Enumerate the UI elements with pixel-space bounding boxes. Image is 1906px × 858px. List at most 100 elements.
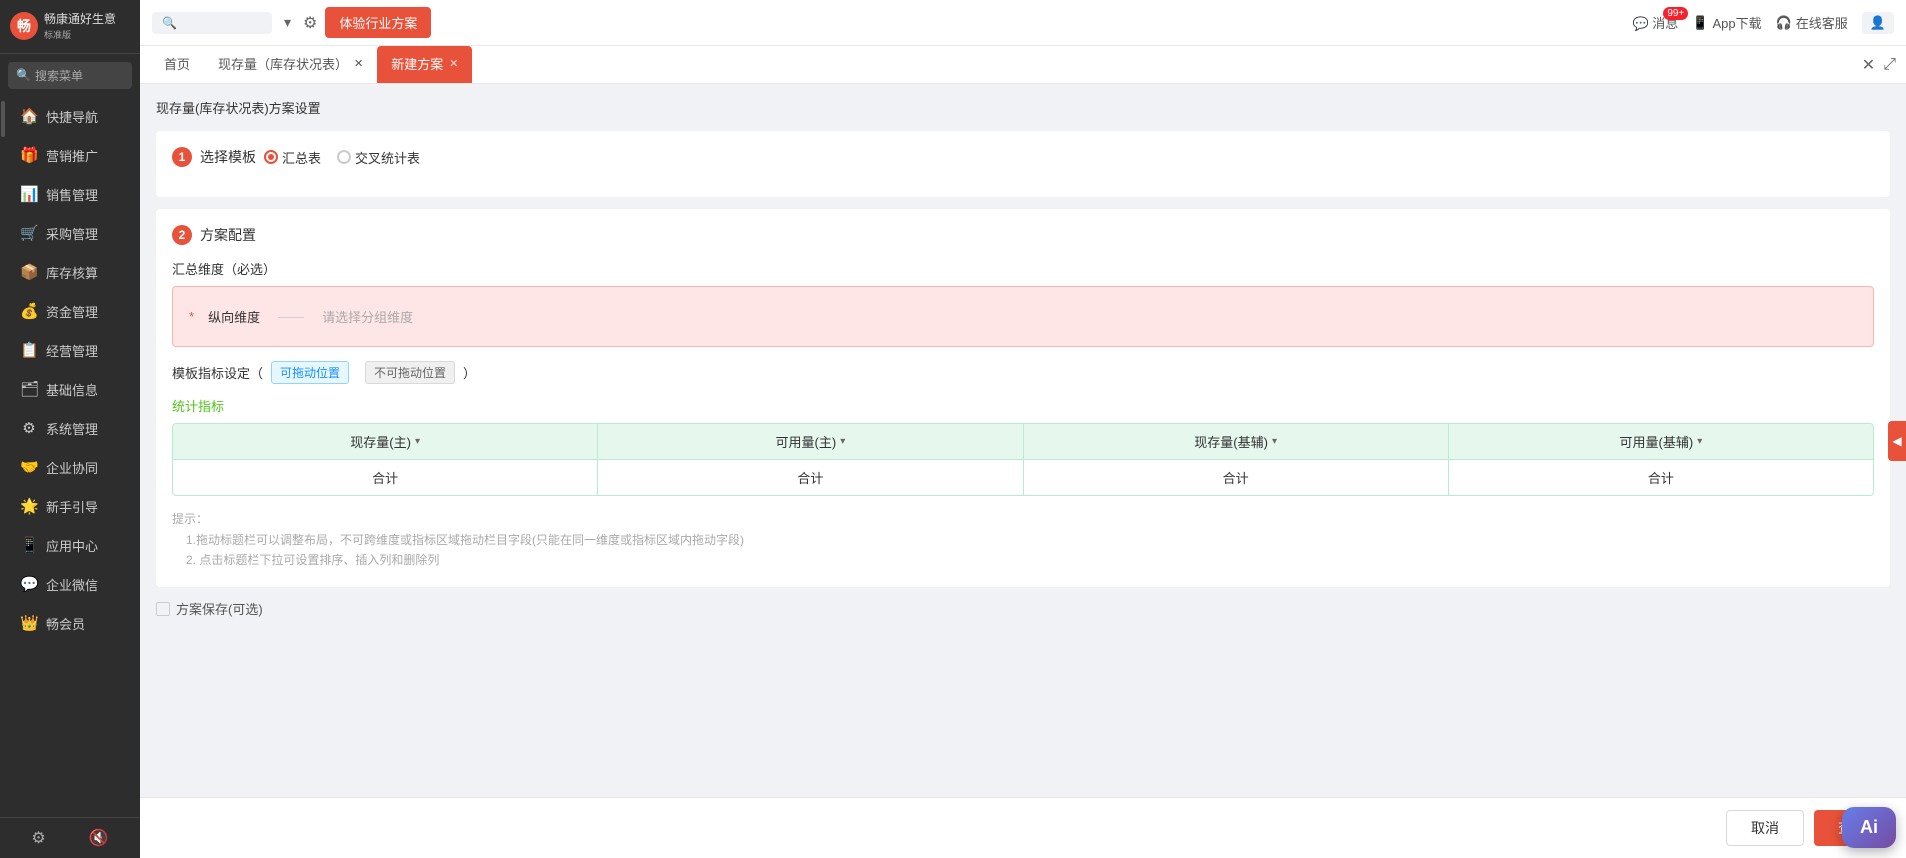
radio-summary[interactable]: 汇总表 (264, 148, 321, 167)
close-window-icon[interactable]: ✕ (1862, 55, 1875, 75)
expand-window-icon[interactable]: ⤢ (1883, 56, 1896, 74)
sidebar-item-basic[interactable]: 🗂 基础信息 (6, 370, 140, 409)
step1-badge: 1 (172, 147, 192, 167)
sidebar-item-purchase[interactable]: 🛒 采购管理 (6, 214, 140, 253)
messages-badge: 99+ (1663, 7, 1688, 20)
tab-home[interactable]: 首页 (150, 46, 204, 83)
sidebar-item-label: 系统管理 (46, 419, 98, 438)
sidebar-item-label: 销售管理 (46, 185, 98, 204)
sidebar-search[interactable]: 🔍 搜索菜单 (8, 62, 132, 89)
sidebar-item-shortcut[interactable]: 🏠 快捷导航 (6, 97, 140, 136)
tab-new-scheme-close[interactable]: ✕ (449, 57, 458, 70)
save-option-label: 方案保存(可选) (176, 599, 263, 618)
save-checkbox[interactable] (156, 602, 170, 616)
draggable-tag: 可拖动位置 (271, 361, 349, 384)
page-footer: 取消 查询 (140, 797, 1906, 858)
sidebar-item-cooperation[interactable]: 🤝 企业协同 (6, 448, 140, 487)
user-menu[interactable]: 👤 (1862, 12, 1894, 34)
topbar-dropdown-icon[interactable]: ▾ (284, 14, 291, 31)
stats-header-cell-0[interactable]: 现存量(主) ▾ (173, 424, 598, 459)
dimension-row: * 纵向维度 —— 请选择分组维度 (189, 307, 1857, 326)
chevron-1-icon: ▾ (840, 436, 845, 447)
chat-icon: 💬 (20, 575, 38, 593)
message-icon: 💬 (1632, 16, 1648, 31)
sidebar-item-label: 企业协同 (46, 458, 98, 477)
sidebar-item-label: 经营管理 (46, 341, 98, 360)
step2-label: 方案配置 (200, 225, 256, 245)
stats-body-row-0: 合计 合计 合计 合计 (173, 459, 1873, 495)
gear-icon: ⚙ (20, 419, 38, 437)
dimension-placeholder[interactable]: 请选择分组维度 (322, 307, 413, 326)
industry-solution-button[interactable]: 体验行业方案 (325, 7, 431, 38)
customer-service-icon: 🎧 (1776, 15, 1792, 31)
dimension-label: 汇总维度（必选） (172, 259, 1874, 278)
sidebar-item-sales[interactable]: 📊 销售管理 (6, 175, 140, 214)
stats-body-cell-0-0: 合计 (173, 460, 598, 495)
sidebar-item-apps[interactable]: 📱 应用中心 (6, 526, 140, 565)
sidebar-nav: 🏠 快捷导航 🎁 营销推广 📊 销售管理 🛒 采购管理 📦 库存核算 💰 (6, 97, 140, 817)
step1-section: 1 选择模板 汇总表 交叉统计表 (156, 131, 1890, 197)
topbar-search[interactable]: 🔍 (152, 12, 272, 34)
sound-bottom-icon[interactable]: 🔇 (89, 828, 109, 848)
dimension-name: 纵向维度 (208, 307, 260, 326)
stats-header-cell-3[interactable]: 可用量(基辅) ▾ (1449, 424, 1873, 459)
sidebar-item-member[interactable]: 👑 畅会员 (6, 604, 140, 643)
sidebar-item-inventory[interactable]: 📦 库存核算 (6, 253, 140, 292)
stats-table: 现存量(主) ▾ 可用量(主) ▾ 现存量(基辅) ▾ 可用量(基辅) ▾ (172, 423, 1874, 496)
money-icon: 💰 (20, 302, 38, 320)
cart-icon: 🛒 (20, 224, 38, 242)
dimension-separator: —— (278, 309, 304, 324)
sidebar-item-label: 资金管理 (46, 302, 98, 321)
tabs-bar: 首页 现存量（库存状况表） ✕ 新建方案 ✕ ✕ ⤢ (140, 46, 1906, 84)
tips-item-1: 2. 点击标题栏下拉可设置排序、插入列和删除列 (172, 551, 1874, 568)
app-edition: 标准版 (44, 28, 116, 41)
indicator-setting-label: 模板指标设定（ (172, 363, 263, 382)
app-download-label: App下载 (1712, 13, 1761, 32)
chevron-2-icon: ▾ (1272, 436, 1277, 447)
app-name: 畅康通好生意 (44, 12, 116, 28)
expand-right-icon: ◀ (1892, 434, 1901, 448)
settings-bottom-icon[interactable]: ⚙ (31, 828, 45, 848)
tab-inventory-status[interactable]: 现存量（库存状况表） ✕ (204, 46, 377, 83)
sidebar-logo: 畅 畅康通好生意 标准版 (0, 0, 140, 54)
stats-header-cell-2[interactable]: 现存量(基辅) ▾ (1024, 424, 1449, 459)
gift-icon: 🎁 (20, 146, 38, 164)
radio-crosstab[interactable]: 交叉统计表 (337, 148, 420, 167)
tab-new-scheme[interactable]: 新建方案 ✕ (377, 46, 472, 83)
app-download-icon: 📱 (1692, 15, 1708, 31)
stats-header-cell-1[interactable]: 可用量(主) ▾ (598, 424, 1023, 459)
cancel-button[interactable]: 取消 (1726, 810, 1804, 846)
clipboard-icon: 📋 (20, 341, 38, 359)
sidebar-item-system[interactable]: ⚙ 系统管理 (6, 409, 140, 448)
sidebar-item-finance[interactable]: 💰 资金管理 (6, 292, 140, 331)
stats-body-cell-0-2: 合计 (1024, 460, 1449, 495)
handshake-icon: 🤝 (20, 458, 38, 476)
sidebar-item-operations[interactable]: 📋 经营管理 (6, 331, 140, 370)
step2-section: 2 方案配置 汇总维度（必选） * 纵向维度 —— 请选择分组维度 模板指标设定… (156, 209, 1890, 587)
ai-button[interactable]: Ai (1842, 807, 1896, 848)
sidebar-item-label: 企业微信 (46, 575, 98, 594)
customer-service-section[interactable]: 🎧 在线客服 (1776, 13, 1848, 32)
sidebar-item-newbie[interactable]: 🌟 新手引导 (6, 487, 140, 526)
sidebar-item-marketing[interactable]: 🎁 营销推广 (6, 136, 140, 175)
stats-col-label-2: 现存量(基辅) (1194, 432, 1268, 451)
app-download-section[interactable]: 📱 App下载 (1692, 13, 1761, 32)
radio-summary-label: 汇总表 (282, 148, 321, 167)
tab-inventory-close[interactable]: ✕ (354, 57, 363, 70)
expand-right-button[interactable]: ◀ (1888, 421, 1906, 461)
indicator-setting-row: 模板指标设定（ 可拖动位置 不可拖动位置 ） (172, 361, 1874, 384)
indicator-setting-close: ） (463, 363, 476, 382)
stats-col-label-3: 可用量(基辅) (1620, 432, 1694, 451)
stats-col-label-0: 现存量(主) (350, 432, 411, 451)
sidebar: 畅 畅康通好生意 标准版 🔍 搜索菜单 🏠 快捷导航 🎁 营销推广 📊 销售管理 (0, 0, 140, 858)
radio-summary-dot (264, 150, 278, 164)
box-icon: 📦 (20, 263, 38, 281)
search-icon: 🔍 (16, 68, 31, 82)
logo-icon: 畅 (10, 12, 38, 40)
mobile-icon: 📱 (20, 536, 38, 554)
topbar-gear-icon[interactable]: ⚙ (303, 13, 317, 33)
stats-col-label-1: 可用量(主) (776, 432, 837, 451)
messages-section[interactable]: 💬 消息 99+ (1632, 13, 1678, 32)
radio-crosstab-dot (337, 150, 351, 164)
sidebar-item-wechat[interactable]: 💬 企业微信 (6, 565, 140, 604)
